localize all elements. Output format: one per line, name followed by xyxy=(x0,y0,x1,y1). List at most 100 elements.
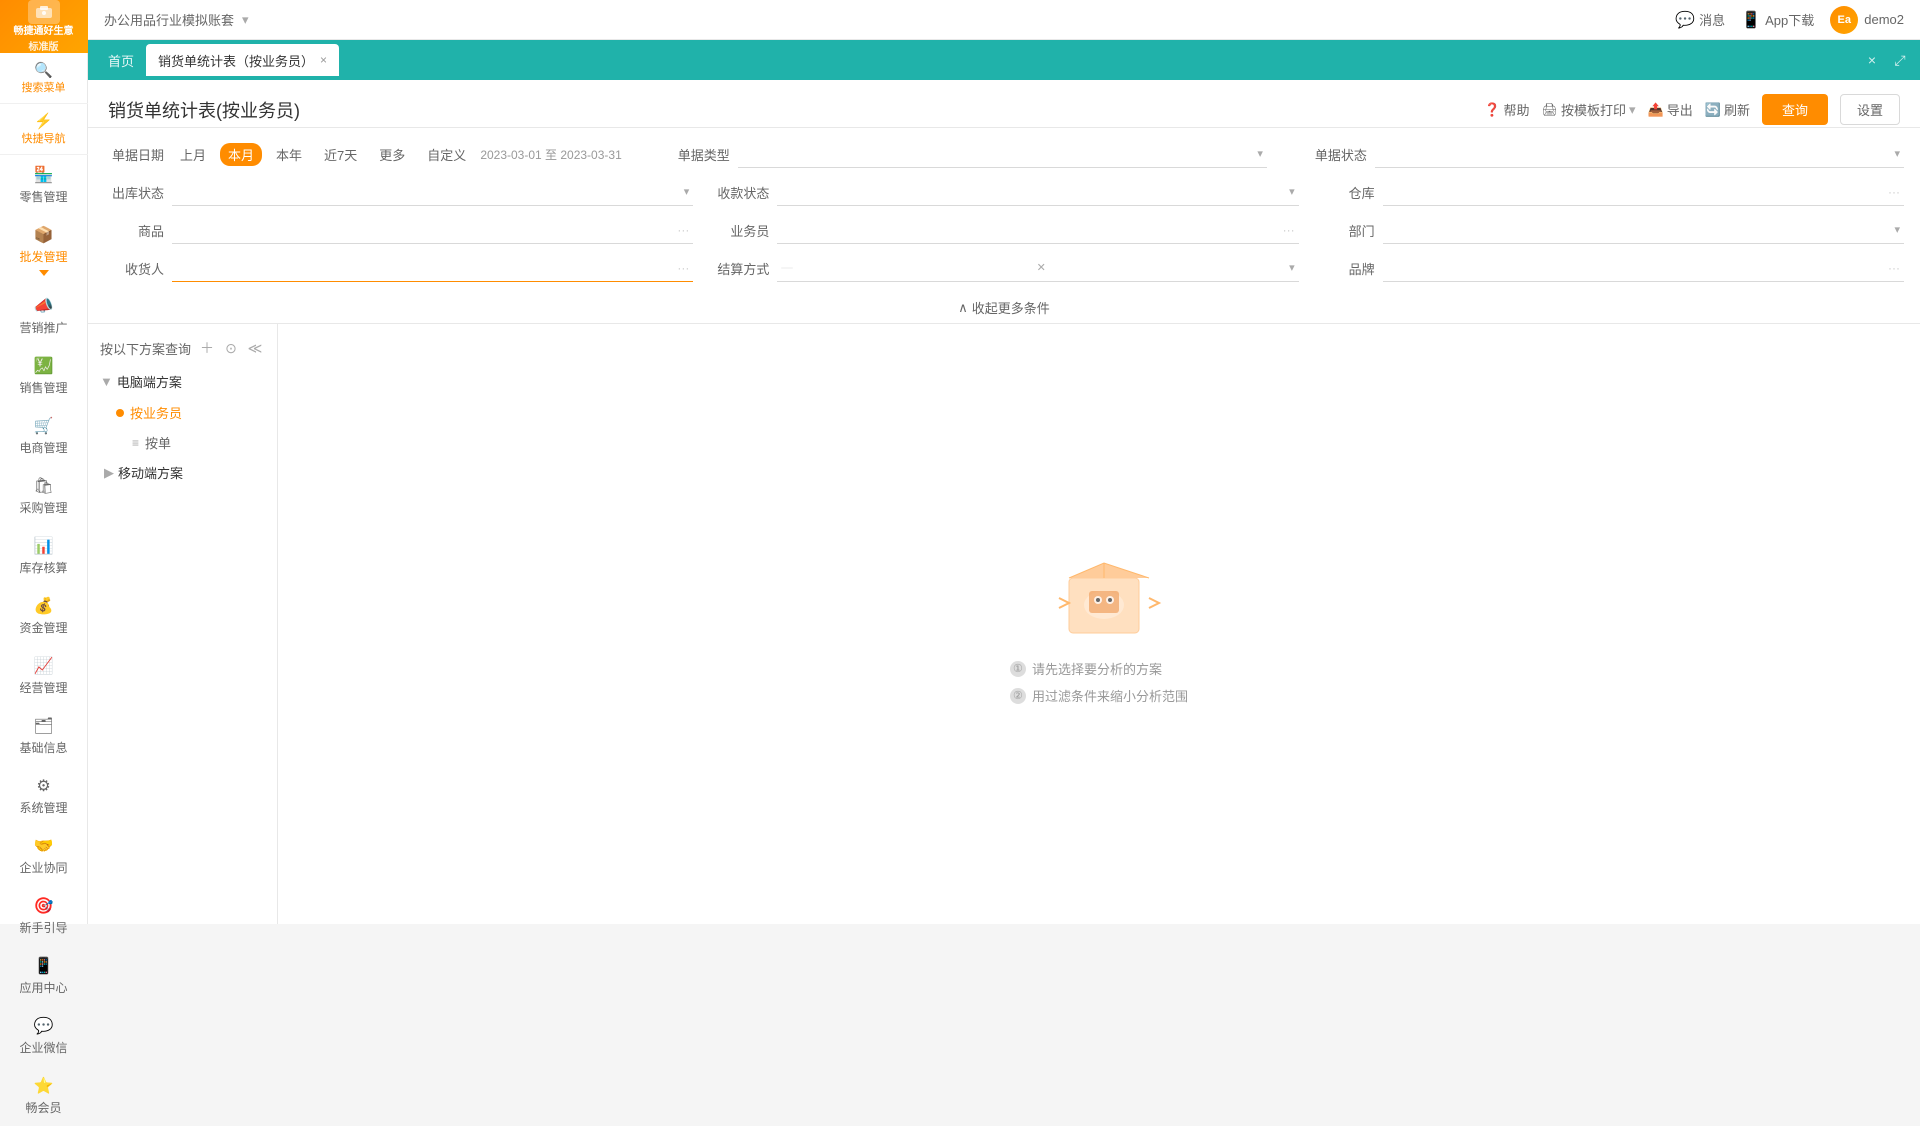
collapse-btn[interactable]: ∧ 收起更多条件 xyxy=(104,292,1904,323)
payment-field-wrap: 结算方式 ✕ ▾ xyxy=(709,254,1298,282)
date-btn-this-year[interactable]: 本年 xyxy=(268,143,310,166)
apps-icon: 📱 xyxy=(34,956,54,976)
brand-input[interactable]: ··· xyxy=(1383,254,1904,282)
recv-status-chevron-icon: ▾ xyxy=(1289,185,1295,198)
date-btn-custom[interactable]: 自定义 xyxy=(419,143,474,166)
workspace-dropdown-icon[interactable]: ▾ xyxy=(242,12,249,28)
sidebar-item-purchase[interactable]: 🛍 采购管理 xyxy=(0,466,88,526)
shortcut-nav-btn[interactable]: ⚡ 快捷导航 xyxy=(0,104,88,155)
sidebar-item-basic[interactable]: 🗂 基础信息 xyxy=(0,706,88,766)
collapse-label: 收起更多条件 xyxy=(972,298,1050,317)
sidebar-item-member[interactable]: ⭐ 畅会员 xyxy=(0,1066,88,1126)
app-logo: 畅捷通好生意 标准版 xyxy=(0,0,88,53)
filter-row-2: 出库状态 ▾ 收款状态 ▾ 仓库 ··· xyxy=(104,178,1904,206)
date-btn-7days[interactable]: 近7天 xyxy=(316,143,365,166)
scheme-group-mobile[interactable]: ▶ 移动端方案 xyxy=(88,457,277,488)
recv-status-input[interactable]: ▾ xyxy=(777,178,1298,206)
hint-num-2: ② xyxy=(1010,688,1026,704)
scheme-settings-btn[interactable]: ⊙ xyxy=(221,338,241,358)
recv-status-label: 收款状态 xyxy=(709,183,769,202)
marketing-icon: 📣 xyxy=(34,296,54,316)
sidebar-item-basic-label: 基础信息 xyxy=(19,739,67,756)
system-icon: ⚙ xyxy=(36,776,50,796)
app-logo-subtitle: 标准版 xyxy=(29,38,59,53)
message-label: 消息 xyxy=(1699,10,1725,29)
doc-type-field-wrap: 单据类型 ▾ xyxy=(670,140,1267,168)
print-btn[interactable]: 🖨 按模板打印 ▾ xyxy=(1542,100,1636,119)
tab-close-window-btn[interactable]: × xyxy=(1860,48,1884,72)
sidebar-item-enterprise-label: 企业协同 xyxy=(19,859,67,876)
sidebar-item-ecommerce[interactable]: 🛒 电商管理 xyxy=(0,406,88,466)
sidebar-item-operation-label: 经营管理 xyxy=(19,679,67,696)
sidebar-item-enterprise[interactable]: 🤝 企业协同 xyxy=(0,826,88,886)
sidebar-item-newbie[interactable]: 🎯 新手引导 xyxy=(0,886,88,946)
sidebar-item-sales[interactable]: 💹 销售管理 xyxy=(0,346,88,406)
doc-status-chevron-icon: ▾ xyxy=(1894,147,1900,160)
sidebar-item-retail[interactable]: 🏪 零售管理 xyxy=(0,155,88,215)
hint-text-1: 请先选择要分析的方案 xyxy=(1032,659,1162,678)
sidebar-item-system[interactable]: ⚙ 系统管理 xyxy=(0,766,88,826)
sidebar-item-finance[interactable]: 💰 资金管理 xyxy=(0,586,88,646)
sidebar-item-marketing[interactable]: 📣 营销推广 xyxy=(0,286,88,346)
user-profile-btn[interactable]: Ea demo2 xyxy=(1830,6,1904,34)
operation-icon: 📈 xyxy=(34,656,54,676)
scheme-item-by-order[interactable]: ≡ 按单 xyxy=(88,428,277,457)
collapse-scheme-btn[interactable]: ≪ xyxy=(245,338,265,358)
salesperson-dots-icon: ··· xyxy=(1283,223,1295,237)
query-btn[interactable]: 查询 xyxy=(1762,94,1828,125)
payment-tag xyxy=(781,267,793,269)
date-btn-this-month[interactable]: 本月 xyxy=(220,143,262,166)
search-menu-btn[interactable]: 🔍 搜索菜单 xyxy=(0,53,88,104)
doc-status-input[interactable]: ▾ xyxy=(1375,140,1904,168)
dept-field-wrap: 部门 ▾ xyxy=(1315,216,1904,244)
help-btn[interactable]: ❓ 帮助 xyxy=(1484,100,1529,119)
refresh-btn[interactable]: 🔄 刷新 xyxy=(1705,100,1750,119)
message-btn[interactable]: 💬 消息 xyxy=(1675,10,1725,30)
add-icon: ＋ xyxy=(200,338,214,358)
wechat-icon: 💬 xyxy=(34,1016,54,1036)
newbie-icon: 🎯 xyxy=(34,896,54,916)
sidebar-item-apps[interactable]: 📱 应用中心 xyxy=(0,946,88,1006)
mobile-group-arrow-icon: ▶ xyxy=(104,465,114,481)
export-btn[interactable]: 📤 导出 xyxy=(1648,100,1693,119)
sidebar-item-wechat[interactable]: 💬 企业微信 xyxy=(0,1006,88,1066)
payment-clear-btn[interactable]: ✕ xyxy=(1037,261,1046,274)
out-status-input[interactable]: ▾ xyxy=(172,178,693,206)
goods-input[interactable]: ··· xyxy=(172,216,693,244)
retail-icon: 🏪 xyxy=(34,165,54,185)
sidebar-item-purchase-label: 采购管理 xyxy=(19,499,67,516)
basic-icon: 🗂 xyxy=(33,716,53,736)
collapse-arrow-icon: ∧ xyxy=(958,300,968,316)
avatar: Ea xyxy=(1830,6,1858,34)
wholesale-icon: 📦 xyxy=(34,225,54,245)
scheme-group-pc-title[interactable]: ▼ 电脑端方案 xyxy=(88,366,277,397)
sidebar-item-operation[interactable]: 📈 经营管理 xyxy=(0,646,88,706)
tab-home[interactable]: 首页 xyxy=(96,44,146,76)
dept-input[interactable]: ▾ xyxy=(1383,216,1904,244)
sidebar-item-wholesale-label: 批发管理 xyxy=(19,248,67,265)
receiver-input[interactable]: ··· xyxy=(172,254,693,282)
hint-item-2: ② 用过滤条件来缩小分析范围 xyxy=(1010,686,1188,705)
date-btn-last-month[interactable]: 上月 xyxy=(172,143,214,166)
salesperson-input[interactable]: ··· xyxy=(777,216,1298,244)
out-status-chevron-icon: ▾ xyxy=(684,185,690,198)
tab-maximize-btn[interactable]: ⤢ xyxy=(1888,48,1912,72)
sidebar-item-wholesale[interactable]: 📦 批发管理 xyxy=(0,215,88,286)
tab-close-btn[interactable]: × xyxy=(320,53,327,67)
hint-num-1: ① xyxy=(1010,661,1026,677)
date-btn-more[interactable]: 更多 xyxy=(371,143,413,166)
add-scheme-btn[interactable]: ＋ xyxy=(197,338,217,358)
header-actions: 💬 消息 📱 App下载 Ea demo2 xyxy=(1675,6,1904,34)
sidebar-item-inventory[interactable]: 📊 库存核算 xyxy=(0,526,88,586)
sidebar-item-apps-label: 应用中心 xyxy=(19,979,67,996)
tab-sales-stat[interactable]: 销货单统计表（按业务员） × xyxy=(146,44,339,76)
app-download-btn[interactable]: 📱 App下载 xyxy=(1741,10,1814,30)
payment-input[interactable]: ✕ ▾ xyxy=(777,254,1298,282)
payment-chevron-icon: ▾ xyxy=(1289,261,1295,274)
scheme-item-by-salesperson[interactable]: 按业务员 xyxy=(88,397,277,428)
setting-btn[interactable]: 设置 xyxy=(1840,94,1900,125)
receiver-label: 收货人 xyxy=(104,259,164,278)
doc-type-input[interactable]: ▾ xyxy=(738,140,1267,168)
salesperson-label: 业务员 xyxy=(709,221,769,240)
warehouse-input[interactable]: ··· xyxy=(1383,178,1904,206)
